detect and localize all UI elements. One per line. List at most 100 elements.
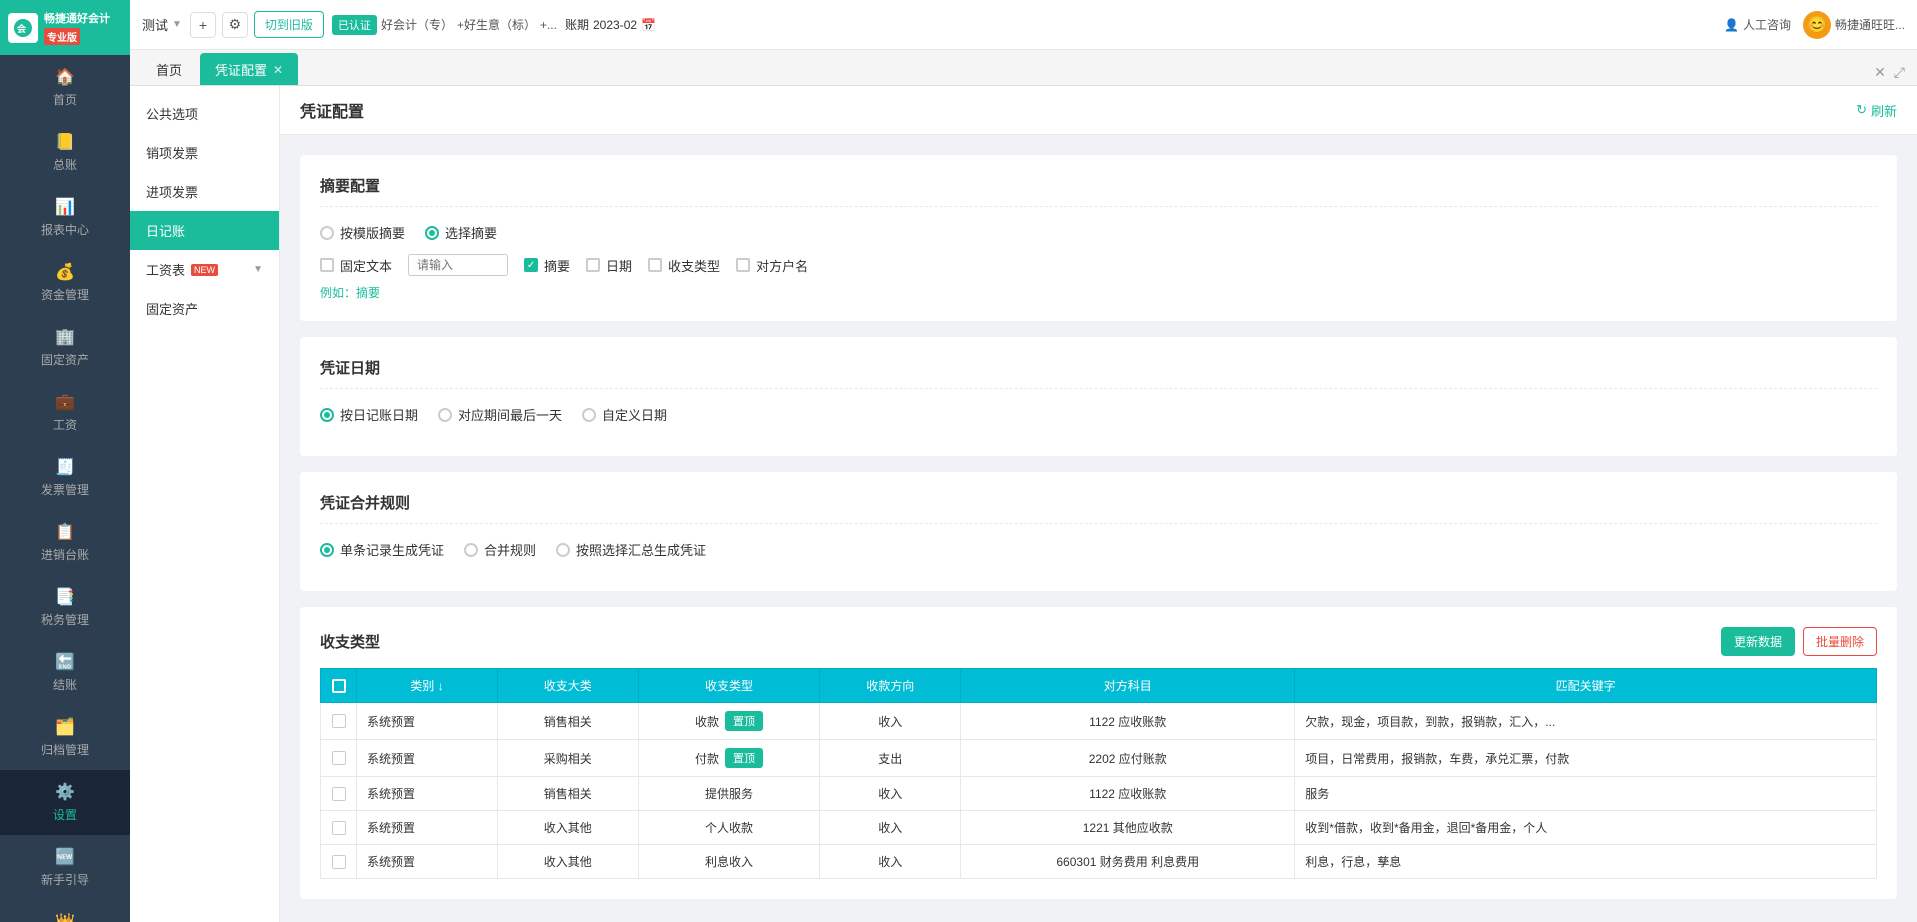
row-big-type: 销售相关 (497, 703, 638, 740)
window-maximize-icon[interactable]: ⤢ (1894, 64, 1905, 81)
sidebar-item-purchase[interactable]: 📋 进销台账 (0, 510, 130, 575)
old-version-button[interactable]: 切到旧版 (254, 11, 324, 38)
radio-custom-date[interactable]: 自定义日期 (582, 405, 667, 424)
select-all-checkbox[interactable] (332, 679, 346, 693)
sidebar-item-invoice[interactable]: 🧾 发票管理 (0, 445, 130, 510)
sidebar-item-label: 发票管理 (41, 481, 89, 498)
sidebar-item-ledger[interactable]: 📒 总账 (0, 120, 130, 185)
sidebar-item-closing[interactable]: 🔚 结账 (0, 640, 130, 705)
sub-menu-sales-invoice[interactable]: 销项发票 (130, 133, 279, 172)
row-account: 1122 应收账款 (961, 777, 1295, 811)
assets-icon: 🏢 (55, 327, 75, 347)
tab-voucher-config[interactable]: 凭证配置 ✕ (200, 53, 298, 85)
row-checkbox[interactable] (321, 777, 357, 811)
row-checkbox[interactable] (321, 740, 357, 777)
radio-single-record[interactable]: 单条记录生成凭证 (320, 540, 444, 559)
top-badge[interactable]: 置顶 (725, 711, 763, 731)
top-badge[interactable]: 置顶 (725, 748, 763, 768)
row-big-type: 收入其他 (497, 845, 638, 879)
radio-journal-date[interactable]: 按日记账日期 (320, 405, 418, 424)
sidebar-item-archive[interactable]: 🗂️ 归档管理 (0, 705, 130, 770)
username: 畅捷通旺旺... (1835, 16, 1905, 33)
row-check[interactable] (332, 714, 346, 728)
sub-menu-public[interactable]: 公共选项 (130, 94, 279, 133)
row-checkbox[interactable] (321, 845, 357, 879)
table-row: 系统预置 收入其他 利息收入 收入 660301 财务费用 利息费用 利息，行息… (321, 845, 1877, 879)
sidebar-item-settings[interactable]: ⚙️ 设置 (0, 770, 130, 835)
user-info[interactable]: 😊 畅捷通旺旺... (1803, 11, 1905, 39)
app-logo: 会 畅捷通好会计 专业版 (0, 0, 130, 55)
checkbox-counterpart[interactable]: 对方户名 (736, 256, 808, 275)
fixed-text-input[interactable] (408, 254, 508, 276)
tab-home[interactable]: 首页 (142, 54, 196, 85)
row-checkbox[interactable] (321, 703, 357, 740)
reports-icon: 📊 (55, 197, 75, 217)
sub-menu-payroll[interactable]: 工资表 NEW ▼ (130, 250, 279, 289)
add-button[interactable]: + (190, 12, 216, 38)
checkbox-box-date (586, 258, 600, 272)
window-close-icon[interactable]: ✕ (1874, 64, 1886, 81)
row-check[interactable] (332, 821, 346, 835)
th-big-type: 收支大类 (497, 669, 638, 703)
checkbox-box-income (648, 258, 662, 272)
period-label: 账期 (565, 16, 589, 33)
salary-icon: 💼 (55, 392, 75, 412)
sidebar-item-member[interactable]: 👑 畅会员 (0, 900, 130, 922)
row-keywords: 利息，行息，孳息 (1295, 845, 1877, 879)
sub-menu-label: 固定资产 (146, 299, 198, 318)
sidebar-item-label: 固定资产 (41, 351, 89, 368)
checkbox-summary[interactable]: ✓ 摘要 (524, 256, 570, 275)
radio-select[interactable]: 选择摘要 (425, 223, 497, 242)
radio-merge-rule[interactable]: 合并规则 (464, 540, 536, 559)
sidebar-item-label: 首页 (53, 91, 77, 108)
sidebar-item-salary[interactable]: 💼 工资 (0, 380, 130, 445)
settings-gear-button[interactable]: ⚙ (222, 12, 248, 38)
row-check[interactable] (332, 751, 346, 765)
row-checkbox[interactable] (321, 811, 357, 845)
sidebar-item-guide[interactable]: 🆕 新手引导 (0, 835, 130, 900)
sidebar-item-label: 资金管理 (41, 286, 89, 303)
page-wrapper: 凭证配置 ↻ 刷新 摘要配置 按模版摘要 (280, 86, 1917, 922)
sub-menu-label: 日记账 (146, 221, 185, 240)
config-content: 摘要配置 按模版摘要 选择摘要 (280, 135, 1917, 922)
checkbox-fixed-text[interactable]: 固定文本 (320, 256, 392, 275)
th-direction: 收款方向 (820, 669, 961, 703)
checkbox-date[interactable]: 日期 (586, 256, 632, 275)
radio-period-last-day[interactable]: 对应期间最后一天 (438, 405, 562, 424)
row-check[interactable] (332, 855, 346, 869)
update-data-button[interactable]: 更新数据 (1721, 627, 1795, 656)
sidebar-item-reports[interactable]: 📊 报表中心 (0, 185, 130, 250)
row-direction: 收入 (820, 811, 961, 845)
row-check[interactable] (332, 787, 346, 801)
good-business: +好生意（标） (457, 16, 536, 33)
company-selector[interactable]: 测试 ▼ (142, 15, 182, 34)
checkbox-income-type[interactable]: 收支类型 (648, 256, 720, 275)
svg-text:会: 会 (17, 23, 27, 34)
row-direction: 收入 (820, 777, 961, 811)
sub-menu-journal[interactable]: 日记账 (130, 211, 279, 250)
sidebar-item-label: 进销台账 (41, 546, 89, 563)
tax-icon: 📑 (55, 587, 75, 607)
radio-template[interactable]: 按模版摘要 (320, 223, 405, 242)
ledger-icon: 📒 (55, 132, 75, 152)
tab-close-icon[interactable]: ✕ (273, 63, 283, 77)
radio-summary-generate[interactable]: 按照选择汇总生成凭证 (556, 540, 706, 559)
ai-consult-button[interactable]: 👤 人工咨询 (1724, 16, 1791, 33)
sub-menu-purchase-invoice[interactable]: 进项发票 (130, 172, 279, 211)
merge-radio-group: 单条记录生成凭证 合并规则 按照选择汇总生成凭证 (320, 540, 1877, 559)
batch-delete-button[interactable]: 批量删除 (1803, 627, 1877, 656)
th-category: 类别 ↓ (357, 669, 498, 703)
refresh-button[interactable]: ↻ 刷新 (1856, 101, 1897, 120)
sidebar-item-funds[interactable]: 💰 资金管理 (0, 250, 130, 315)
sidebar-item-tax[interactable]: 📑 税务管理 (0, 575, 130, 640)
sidebar-item-assets[interactable]: 🏢 固定资产 (0, 315, 130, 380)
sub-menu-fixed-assets[interactable]: 固定资产 (130, 289, 279, 328)
sidebar-item-label: 工资 (53, 416, 77, 433)
main-area: 测试 ▼ + ⚙ 切到旧版 已认证 好会计（专） +好生意（标） +... 账期… (130, 0, 1917, 922)
sidebar-item-home[interactable]: 🏠 首页 (0, 55, 130, 120)
accounting-type: 好会计（专） (381, 16, 453, 33)
th-account: 对方科目 (961, 669, 1295, 703)
row-account: 660301 财务费用 利息费用 (961, 845, 1295, 879)
company-arrow-icon: ▼ (172, 19, 182, 30)
row-direction: 支出 (820, 740, 961, 777)
